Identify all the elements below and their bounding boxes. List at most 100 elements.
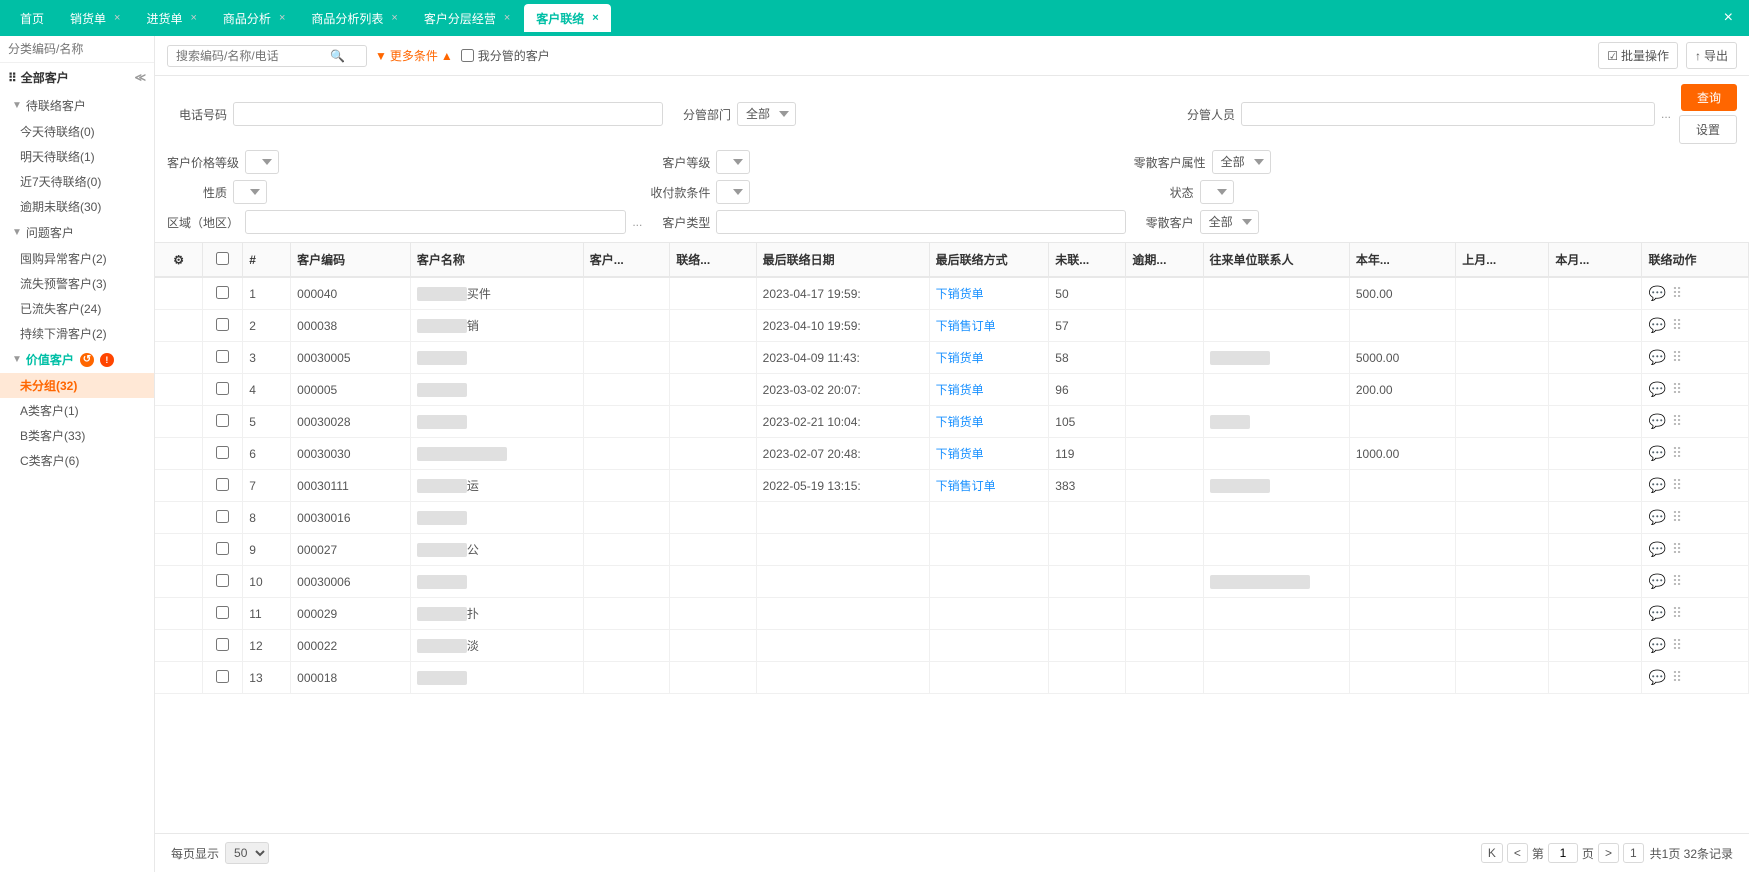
tab-analysis-list-close[interactable]: × bbox=[391, 12, 397, 24]
sidebar-item-churn-warn[interactable]: 流失预警客户(3) bbox=[0, 271, 154, 296]
row-checkbox[interactable] bbox=[216, 510, 229, 523]
grid-action-icon[interactable]: ⠿ bbox=[1672, 477, 1682, 494]
chat-icon[interactable]: 💬 bbox=[1648, 509, 1665, 526]
row-checkbox[interactable] bbox=[216, 350, 229, 363]
checkbox-cell[interactable] bbox=[203, 598, 243, 630]
tab-sales-close[interactable]: × bbox=[114, 12, 120, 24]
grid-action-icon[interactable]: ⠿ bbox=[1672, 285, 1682, 302]
checkbox-cell[interactable] bbox=[203, 277, 243, 310]
last-method-cell[interactable] bbox=[929, 534, 1049, 566]
region-dots[interactable]: ... bbox=[632, 215, 642, 229]
chat-icon[interactable]: 💬 bbox=[1648, 445, 1665, 462]
contact-person-header[interactable]: 往来单位联系人 bbox=[1203, 243, 1349, 277]
last-method-cell[interactable]: 下销售订单 bbox=[929, 310, 1049, 342]
chat-icon[interactable]: 💬 bbox=[1648, 573, 1665, 590]
last-method-cell[interactable] bbox=[929, 630, 1049, 662]
customer-grade-select[interactable] bbox=[716, 150, 750, 174]
select-all-checkbox[interactable] bbox=[216, 252, 229, 265]
last-method-cell[interactable]: 下销货单 bbox=[929, 438, 1049, 470]
last-method-link[interactable]: 下销货单 bbox=[936, 383, 984, 397]
row-checkbox[interactable] bbox=[216, 542, 229, 555]
row-checkbox[interactable] bbox=[216, 478, 229, 491]
sidebar-item-overdue-pending[interactable]: 逾期未联络(30) bbox=[0, 194, 154, 219]
sidebar-all-customers[interactable]: ⠿ 全部客户 ≪ bbox=[0, 63, 154, 92]
last-method-cell[interactable] bbox=[929, 662, 1049, 694]
last-method-link[interactable]: 下销售订单 bbox=[936, 319, 996, 333]
sidebar-group-pending[interactable]: ▼ 待联络客户 bbox=[0, 92, 154, 119]
last-method-cell[interactable] bbox=[929, 598, 1049, 630]
checkbox-cell[interactable] bbox=[203, 534, 243, 566]
sidebar-collapse-icon[interactable]: ≪ bbox=[134, 71, 146, 84]
last-month-header[interactable]: 上月... bbox=[1456, 243, 1549, 277]
tab-purchase-close[interactable]: × bbox=[190, 12, 196, 24]
scatter-select[interactable]: 全部 bbox=[1200, 210, 1259, 234]
tab-home[interactable]: 首页 bbox=[8, 4, 56, 32]
checkbox-cell[interactable] bbox=[203, 470, 243, 502]
chat-icon[interactable]: 💬 bbox=[1648, 605, 1665, 622]
checkbox-cell[interactable] bbox=[203, 342, 243, 374]
chat-icon[interactable]: 💬 bbox=[1648, 285, 1665, 302]
my-customers-checkbox[interactable]: 我分管的客户 bbox=[461, 47, 550, 64]
no-contact-header[interactable]: 未联... bbox=[1049, 243, 1126, 277]
last-method-cell[interactable]: 下销货单 bbox=[929, 342, 1049, 374]
last-method-cell[interactable]: 下销货单 bbox=[929, 374, 1049, 406]
grid-action-icon[interactable]: ⠿ bbox=[1672, 573, 1682, 590]
row-checkbox[interactable] bbox=[216, 670, 229, 683]
manager-dots[interactable]: ... bbox=[1661, 107, 1671, 121]
sidebar-item-tomorrow-pending[interactable]: 明天待联络(1) bbox=[0, 144, 154, 169]
grid-action-icon[interactable]: ⠿ bbox=[1672, 413, 1682, 430]
last-method-cell[interactable]: 下销货单 bbox=[929, 277, 1049, 310]
sidebar-item-c-class[interactable]: C类客户(6) bbox=[0, 448, 154, 473]
tab-analysis-list[interactable]: 商品分析列表 × bbox=[299, 4, 409, 32]
type-header[interactable]: 客户... bbox=[583, 243, 669, 277]
sidebar-search-box[interactable]: 🔍 bbox=[0, 36, 154, 63]
batch-operation-btn[interactable]: ☑ 批量操作 bbox=[1598, 42, 1678, 69]
sidebar-item-abnormal[interactable]: 囤购异常客户(2) bbox=[0, 246, 154, 271]
sidebar-item-7days-pending[interactable]: 近7天待联络(0) bbox=[0, 169, 154, 194]
sidebar-item-today-pending[interactable]: 今天待联络(0) bbox=[0, 119, 154, 144]
last-method-cell[interactable] bbox=[929, 502, 1049, 534]
grid-action-icon[interactable]: ⠿ bbox=[1672, 509, 1682, 526]
checkbox-cell[interactable] bbox=[203, 374, 243, 406]
overdue-header[interactable]: 逾期... bbox=[1126, 243, 1203, 277]
tab-sales[interactable]: 销货单 × bbox=[58, 4, 132, 32]
my-customers-check-input[interactable] bbox=[461, 49, 474, 62]
sidebar-search-input[interactable] bbox=[8, 42, 155, 56]
last-method-header[interactable]: 最后联络方式 bbox=[929, 243, 1049, 277]
manager-input[interactable] bbox=[1241, 102, 1655, 126]
row-checkbox[interactable] bbox=[216, 318, 229, 331]
chat-icon[interactable]: 💬 bbox=[1648, 413, 1665, 430]
chat-icon[interactable]: 💬 bbox=[1648, 637, 1665, 654]
price-grade-select[interactable] bbox=[245, 150, 279, 174]
row-checkbox[interactable] bbox=[216, 446, 229, 459]
row-checkbox[interactable] bbox=[216, 286, 229, 299]
search-box[interactable]: 🔍 bbox=[167, 45, 367, 67]
checkbox-cell[interactable] bbox=[203, 630, 243, 662]
grid-action-icon[interactable]: ⠿ bbox=[1672, 637, 1682, 654]
row-checkbox[interactable] bbox=[216, 382, 229, 395]
more-conditions-btn[interactable]: ▼ 更多条件 ▲ bbox=[375, 47, 453, 64]
query-button[interactable]: 查询 bbox=[1681, 84, 1737, 111]
grid-action-icon[interactable]: ⠿ bbox=[1672, 669, 1682, 686]
tab-customer-segment-close[interactable]: × bbox=[504, 12, 510, 24]
dept-select[interactable]: 全部 bbox=[737, 102, 796, 126]
row-checkbox[interactable] bbox=[216, 606, 229, 619]
refresh-icon[interactable]: ↺ bbox=[80, 353, 94, 367]
settings-header[interactable]: ⚙ bbox=[155, 243, 203, 277]
checkbox-cell[interactable] bbox=[203, 662, 243, 694]
grid-action-icon[interactable]: ⠿ bbox=[1672, 541, 1682, 558]
sidebar-item-b-class[interactable]: B类客户(33) bbox=[0, 423, 154, 448]
grid-action-icon[interactable]: ⠿ bbox=[1672, 317, 1682, 334]
next-page-btn[interactable]: > bbox=[1598, 843, 1619, 863]
chat-icon[interactable]: 💬 bbox=[1648, 317, 1665, 334]
last-method-cell[interactable]: 下销售订单 bbox=[929, 470, 1049, 502]
checkbox-cell[interactable] bbox=[203, 406, 243, 438]
chat-icon[interactable]: 💬 bbox=[1648, 669, 1665, 686]
scatter-attr-select[interactable]: 全部 bbox=[1212, 150, 1271, 174]
checkbox-cell[interactable] bbox=[203, 310, 243, 342]
settings-icon[interactable]: ⚙ bbox=[173, 253, 184, 267]
grid-action-icon[interactable]: ⠿ bbox=[1672, 381, 1682, 398]
window-close-icon[interactable]: × bbox=[1716, 9, 1741, 27]
checkbox-cell[interactable] bbox=[203, 438, 243, 470]
checkbox-header[interactable] bbox=[203, 243, 243, 277]
